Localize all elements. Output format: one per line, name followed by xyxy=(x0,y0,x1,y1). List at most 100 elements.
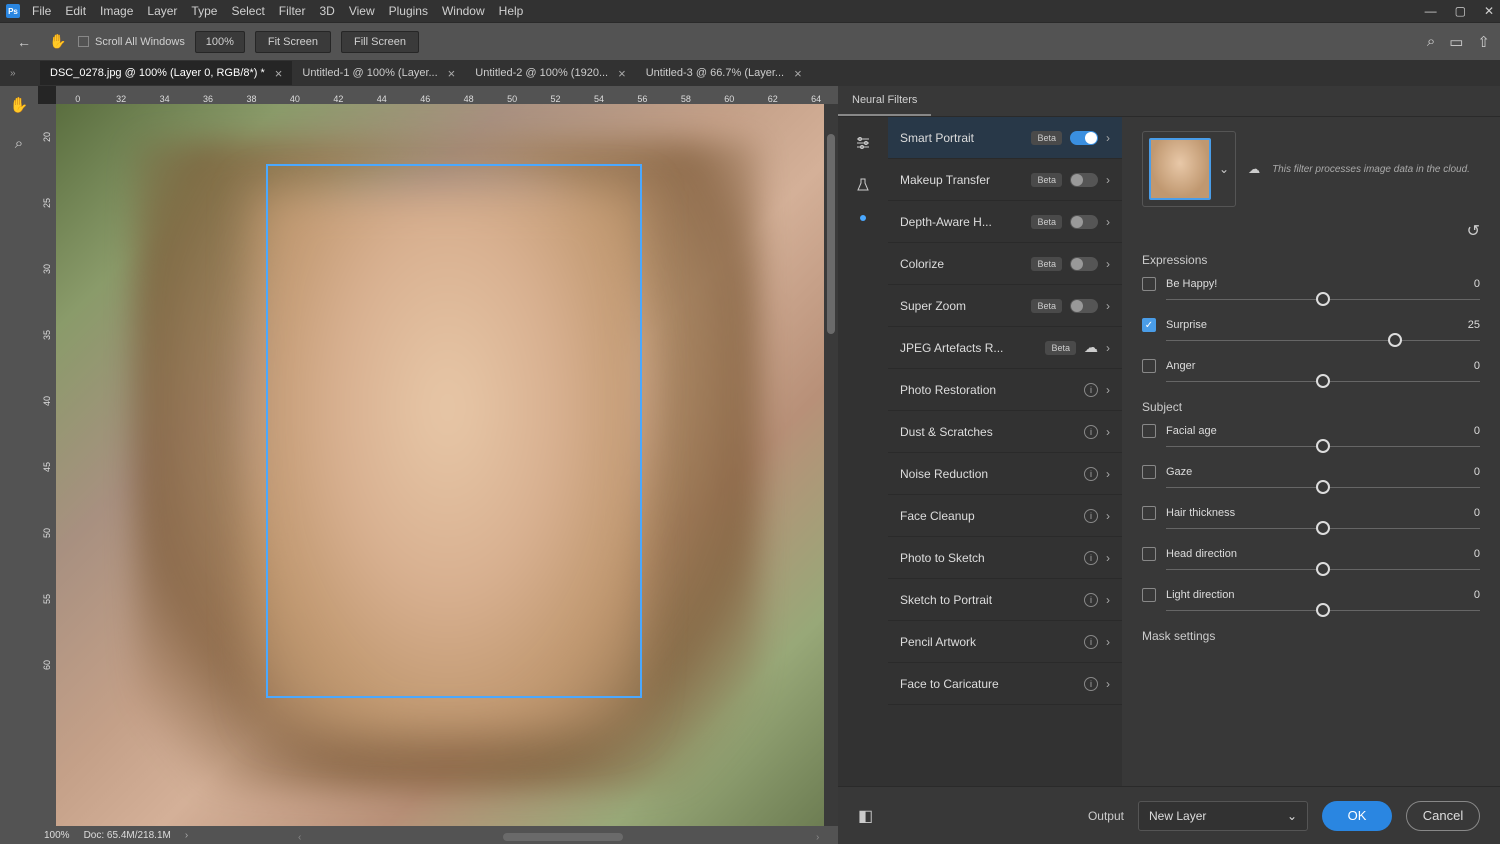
filter-row[interactable]: Noise Reductioni› xyxy=(888,453,1122,495)
slider-thumb[interactable] xyxy=(1388,333,1402,347)
close-tab-icon[interactable]: × xyxy=(448,66,456,81)
close-tab-icon[interactable]: × xyxy=(794,66,802,81)
hand-tool-icon[interactable]: ✋ xyxy=(48,32,68,52)
slider-thumb[interactable] xyxy=(1316,439,1330,453)
face-thumbnail[interactable] xyxy=(1149,138,1211,200)
filter-row[interactable]: Depth-Aware H...Beta› xyxy=(888,201,1122,243)
slider-checkbox[interactable] xyxy=(1142,465,1156,479)
slider-track[interactable] xyxy=(1166,381,1480,382)
slider-thumb[interactable] xyxy=(1316,292,1330,306)
slider-thumb[interactable] xyxy=(1316,480,1330,494)
info-icon[interactable]: i xyxy=(1084,467,1098,481)
fill-screen-button[interactable]: Fill Screen xyxy=(341,31,419,53)
slider-track[interactable] xyxy=(1166,528,1480,529)
slider-checkbox[interactable] xyxy=(1142,359,1156,373)
hand-tool[interactable]: ✋ xyxy=(4,90,34,120)
slider-track[interactable] xyxy=(1166,487,1480,488)
close-icon[interactable]: ✕ xyxy=(1484,4,1494,18)
slider-checkbox[interactable] xyxy=(1142,424,1156,438)
filter-row[interactable]: Smart PortraitBeta› xyxy=(888,117,1122,159)
info-icon[interactable]: i xyxy=(1084,509,1098,523)
output-select[interactable]: New Layer ⌄ xyxy=(1138,801,1308,831)
filter-toggle[interactable] xyxy=(1070,257,1098,271)
neural-filters-tab[interactable]: Neural Filters xyxy=(838,86,931,116)
slider-track[interactable] xyxy=(1166,610,1480,611)
filter-toggle[interactable] xyxy=(1070,215,1098,229)
menu-3d[interactable]: 3D xyxy=(319,4,334,18)
beaker-icon[interactable] xyxy=(851,173,875,197)
slider-track[interactable] xyxy=(1166,569,1480,570)
ok-button[interactable]: OK xyxy=(1322,801,1392,831)
slider-track[interactable] xyxy=(1166,299,1480,300)
workspace-icon[interactable]: ▭ xyxy=(1449,33,1463,51)
filter-row[interactable]: Face Cleanupi› xyxy=(888,495,1122,537)
menu-help[interactable]: Help xyxy=(499,4,524,18)
filter-row[interactable]: Face to Caricaturei› xyxy=(888,663,1122,705)
slider-checkbox[interactable] xyxy=(1142,277,1156,291)
slider-checkbox[interactable] xyxy=(1142,506,1156,520)
slider-checkbox[interactable] xyxy=(1142,547,1156,561)
info-icon[interactable]: i xyxy=(1084,383,1098,397)
menu-filter[interactable]: Filter xyxy=(279,4,306,18)
status-zoom[interactable]: 100% xyxy=(44,830,70,841)
filter-row[interactable]: Makeup TransferBeta› xyxy=(888,159,1122,201)
status-chevron-icon[interactable]: › xyxy=(185,830,188,841)
info-icon[interactable]: i xyxy=(1084,593,1098,607)
info-icon[interactable]: i xyxy=(1084,635,1098,649)
menu-window[interactable]: Window xyxy=(442,4,485,18)
filter-row[interactable]: Super ZoomBeta› xyxy=(888,285,1122,327)
menu-view[interactable]: View xyxy=(349,4,375,18)
filter-row[interactable]: ColorizeBeta› xyxy=(888,243,1122,285)
filter-row[interactable]: Sketch to Portraiti› xyxy=(888,579,1122,621)
filter-toggle[interactable] xyxy=(1070,131,1098,145)
menu-select[interactable]: Select xyxy=(231,4,264,18)
zoom-tool[interactable]: ⌕ xyxy=(4,128,34,158)
cancel-button[interactable]: Cancel xyxy=(1406,801,1480,831)
close-tab-icon[interactable]: × xyxy=(618,66,626,81)
vertical-scrollbar[interactable] xyxy=(824,104,838,826)
filter-row[interactable]: Pencil Artworki› xyxy=(888,621,1122,663)
menu-image[interactable]: Image xyxy=(100,4,133,18)
menu-file[interactable]: File xyxy=(32,4,51,18)
cloud-download-icon[interactable]: ☁ xyxy=(1084,339,1098,356)
filter-row[interactable]: Dust & Scratchesi› xyxy=(888,411,1122,453)
search-icon[interactable]: ⌕ xyxy=(1427,33,1435,51)
filter-row[interactable]: JPEG Artefacts R...Beta☁› xyxy=(888,327,1122,369)
slider-track[interactable] xyxy=(1166,340,1480,341)
document-tab[interactable]: Untitled-3 @ 66.7% (Layer...× xyxy=(636,61,812,85)
sliders-icon[interactable] xyxy=(851,131,875,155)
menu-type[interactable]: Type xyxy=(191,4,217,18)
slider-thumb[interactable] xyxy=(1316,562,1330,576)
menu-layer[interactable]: Layer xyxy=(147,4,177,18)
slider-track[interactable] xyxy=(1166,446,1480,447)
filter-row[interactable]: Photo to Sketchi› xyxy=(888,537,1122,579)
fit-screen-button[interactable]: Fit Screen xyxy=(255,31,331,53)
slider-thumb[interactable] xyxy=(1316,521,1330,535)
layer-mask-icon[interactable]: ◧ xyxy=(858,806,873,826)
face-selection-box[interactable] xyxy=(266,164,642,698)
chevron-down-icon[interactable]: ⌄ xyxy=(1219,162,1229,176)
info-icon[interactable]: i xyxy=(1084,551,1098,565)
menu-plugins[interactable]: Plugins xyxy=(389,4,428,18)
slider-checkbox[interactable] xyxy=(1142,588,1156,602)
filter-toggle[interactable] xyxy=(1070,299,1098,313)
filter-toggle[interactable] xyxy=(1070,173,1098,187)
document-tab[interactable]: Untitled-1 @ 100% (Layer...× xyxy=(292,61,465,85)
menu-edit[interactable]: Edit xyxy=(65,4,86,18)
info-icon[interactable]: i xyxy=(1084,425,1098,439)
info-icon[interactable]: i xyxy=(1084,677,1098,691)
reset-icon[interactable]: ↺ xyxy=(1467,223,1480,240)
filter-row[interactable]: Photo Restorationi› xyxy=(888,369,1122,411)
scroll-all-checkbox[interactable]: Scroll All Windows xyxy=(78,36,185,48)
document-tab[interactable]: DSC_0278.jpg @ 100% (Layer 0, RGB/8*) *× xyxy=(40,61,292,85)
maximize-icon[interactable]: ▢ xyxy=(1455,4,1466,18)
zoom-input[interactable]: 100% xyxy=(195,31,245,53)
slider-thumb[interactable] xyxy=(1316,374,1330,388)
slider-checkbox[interactable] xyxy=(1142,318,1156,332)
slider-thumb[interactable] xyxy=(1316,603,1330,617)
share-icon[interactable]: ⇧ xyxy=(1477,33,1490,51)
back-button[interactable]: ← xyxy=(10,28,38,56)
close-tab-icon[interactable]: × xyxy=(275,66,283,81)
minimize-icon[interactable]: — xyxy=(1425,4,1437,18)
horizontal-scrollbar[interactable] xyxy=(298,830,828,844)
